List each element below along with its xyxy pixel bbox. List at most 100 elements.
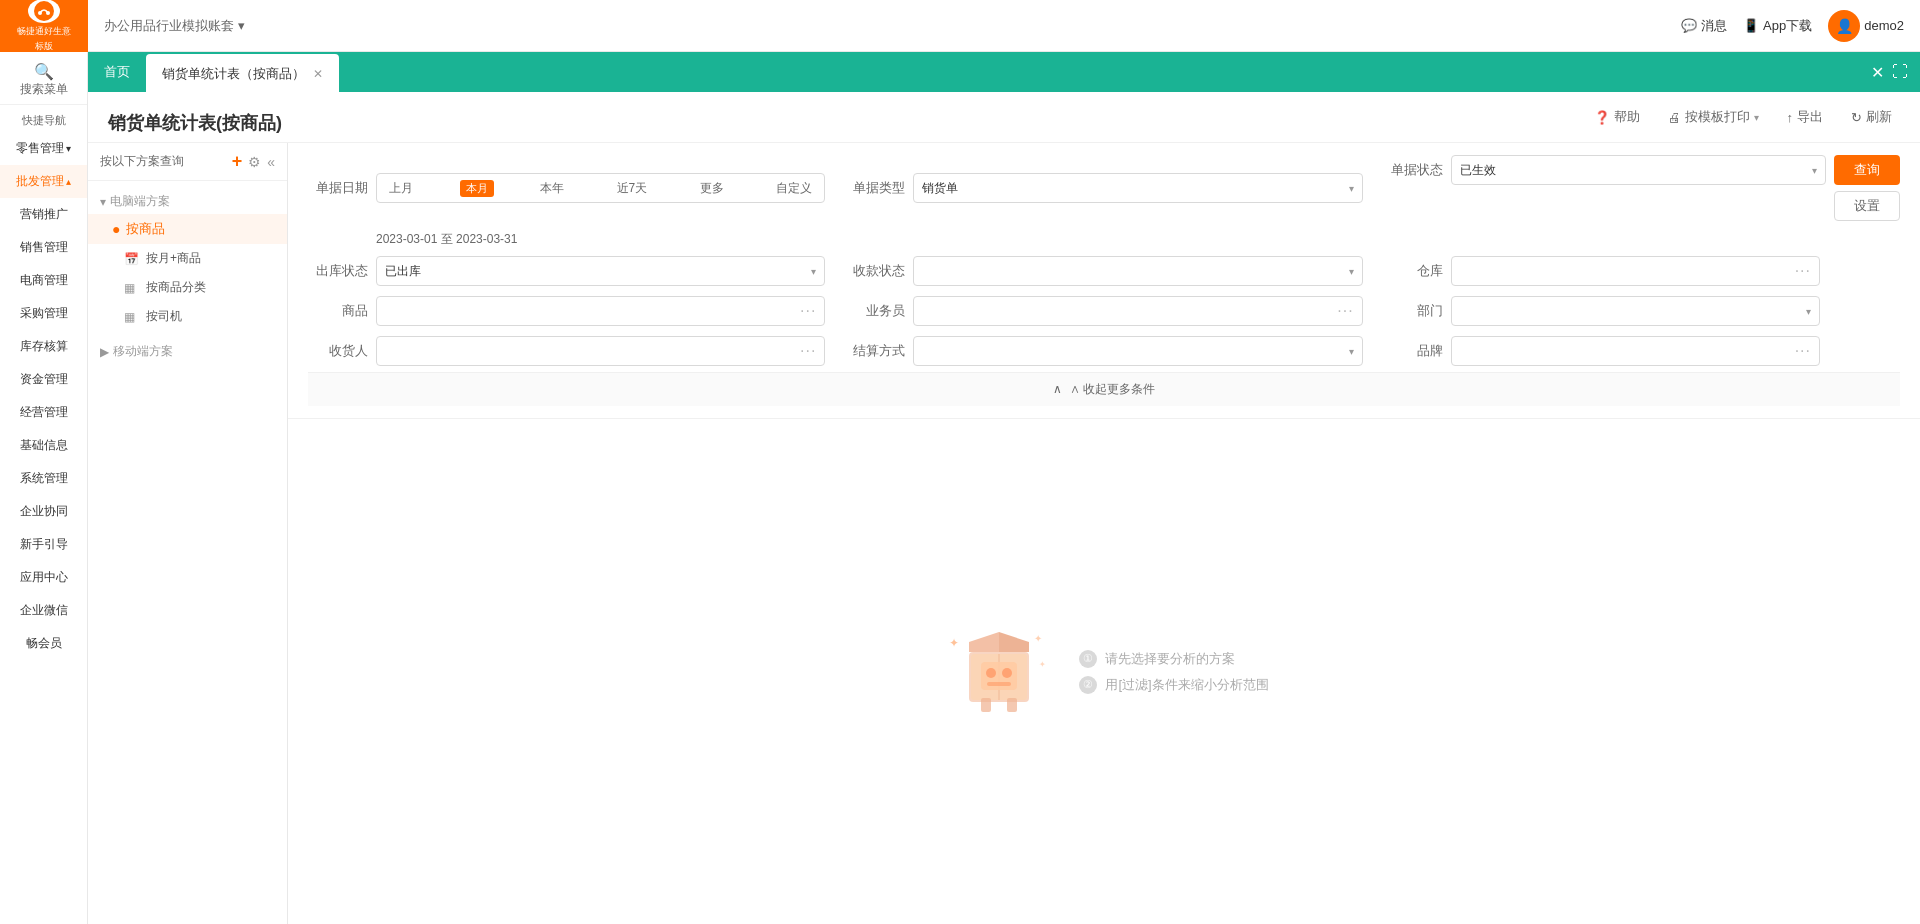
- tree-group-mobile: ▶ 移动端方案: [88, 339, 287, 364]
- sidebar-item-quick-nav[interactable]: 快捷导航: [0, 105, 87, 132]
- export-button[interactable]: ↑ 导出: [1779, 104, 1832, 130]
- page-header: 销货单统计表(按商品) ❓ 帮助 🖨 按模板打印 ▾ ↑ 导出 ↻ 刷新: [88, 92, 1920, 143]
- collapse-filter-bar[interactable]: ∧ ∧ 收起更多条件: [308, 372, 1900, 406]
- doc-type-value: 销货单: [922, 180, 958, 197]
- sidebar-item-ecom[interactable]: 电商管理: [0, 264, 87, 297]
- brand-dots-icon: ···: [1795, 342, 1811, 360]
- left-panel: 按以下方案查询 + ⚙ « ▾ 电脑端方案 ● 按商品: [88, 143, 288, 924]
- pay-status-control[interactable]: ▾: [913, 256, 1362, 286]
- salesperson-label: 业务员: [845, 302, 905, 320]
- help-button[interactable]: ❓ 帮助: [1586, 104, 1648, 130]
- department-control[interactable]: ▾: [1451, 296, 1820, 326]
- tab-bar-right: ✕ ⛶: [1871, 63, 1920, 82]
- svg-text:✦: ✦: [1039, 660, 1046, 669]
- message-button[interactable]: 💬 消息: [1681, 17, 1727, 35]
- action-buttons: 查询 设置: [1834, 155, 1900, 221]
- sidebar-item-inventory[interactable]: 库存核算: [0, 330, 87, 363]
- query-button[interactable]: 查询: [1834, 155, 1900, 185]
- settings-button[interactable]: 设置: [1834, 191, 1900, 221]
- date-range-text: 2023-03-01 至 2023-03-31: [376, 231, 517, 248]
- sidebar-item-corp[interactable]: 企业协同: [0, 495, 87, 528]
- help-icon: ❓: [1594, 110, 1610, 125]
- user-name: demo2: [1864, 18, 1904, 33]
- date-label: 单据日期: [308, 179, 368, 197]
- sidebar-item-finance[interactable]: 资金管理: [0, 363, 87, 396]
- tab-report[interactable]: 销货单统计表（按商品） ✕: [146, 54, 339, 94]
- user-profile[interactable]: 👤 demo2: [1828, 10, 1904, 42]
- category-icon: ▦: [124, 281, 140, 295]
- out-status-value: 已出库: [385, 263, 421, 280]
- brand-filter-field: 品牌 ···: [1383, 336, 1900, 366]
- expand-window-icon[interactable]: ⛶: [1892, 63, 1908, 81]
- sidebar-item-purchase[interactable]: 采购管理: [0, 297, 87, 330]
- sidebar-item-basic[interactable]: 基础信息: [0, 429, 87, 462]
- svg-rect-16: [1007, 698, 1017, 712]
- app-download-button[interactable]: 📱 App下载: [1743, 17, 1812, 35]
- date-tab-7days[interactable]: 近7天: [611, 178, 654, 199]
- svg-text:✦: ✦: [949, 636, 959, 650]
- brand-label: 品牌: [1383, 342, 1443, 360]
- tree-item-by-goods[interactable]: ● 按商品: [88, 214, 287, 244]
- warehouse-control[interactable]: ···: [1451, 256, 1820, 286]
- brand-control[interactable]: ···: [1451, 336, 1820, 366]
- print-arrow-icon: ▾: [1754, 112, 1759, 123]
- sidebar-item-wholesale[interactable]: 批发管理 ▴: [0, 165, 87, 198]
- tree-section: ▾ 电脑端方案 ● 按商品 📅 按月+商品 ▦ 按商品分类: [88, 181, 287, 372]
- warehouse-label: 仓库: [1383, 262, 1443, 280]
- salesperson-dots-icon: ···: [1337, 302, 1353, 320]
- tab-home[interactable]: 首页: [88, 52, 146, 92]
- active-scheme-icon: ●: [112, 221, 120, 237]
- svg-rect-11: [987, 682, 1011, 686]
- sidebar-item-newbie[interactable]: 新手引导: [0, 528, 87, 561]
- out-status-control[interactable]: 已出库 ▾: [376, 256, 825, 286]
- tree-expand-icon-mobile[interactable]: ▶: [100, 345, 109, 359]
- date-tab-custom[interactable]: 自定义: [770, 178, 818, 199]
- download-icon: 📱: [1743, 18, 1759, 33]
- tree-sub-item-by-cashier[interactable]: ▦ 按司机: [88, 302, 287, 331]
- svg-point-1: [38, 11, 42, 15]
- collapse-icon: ∧: [1053, 382, 1062, 396]
- sidebar: 畅捷通好生意 标版 🔍 搜索菜单 快捷导航 零售管理 ▾ 批发管理 ▴ 营销推广…: [0, 0, 88, 924]
- sidebar-item-ops[interactable]: 经营管理: [0, 396, 87, 429]
- date-tab-this-year[interactable]: 本年: [534, 178, 570, 199]
- sidebar-item-sales[interactable]: 销售管理: [0, 231, 87, 264]
- empty-illustration: ✦ ✦ ✦: [939, 602, 1059, 722]
- refresh-button[interactable]: ↻ 刷新: [1843, 104, 1900, 130]
- header-actions: 💬 消息 📱 App下载 👤 demo2: [1681, 10, 1904, 42]
- tree-sub-item-by-month-goods[interactable]: 📅 按月+商品: [88, 244, 287, 273]
- print-button[interactable]: 🖨 按模板打印 ▾: [1660, 104, 1767, 130]
- recipient-control[interactable]: ···: [376, 336, 825, 366]
- close-window-icon[interactable]: ✕: [1871, 63, 1884, 82]
- sidebar-item-marketing[interactable]: 营销推广: [0, 198, 87, 231]
- sidebar-item-retail[interactable]: 零售管理 ▾: [0, 132, 87, 165]
- sidebar-item-corpwx[interactable]: 企业微信: [0, 594, 87, 627]
- svg-point-2: [46, 11, 50, 15]
- settings-scheme-button[interactable]: ⚙: [248, 154, 261, 170]
- payment-control[interactable]: ▾: [913, 336, 1362, 366]
- goods-dots-icon: ···: [800, 302, 816, 320]
- date-tab-prev-month[interactable]: 上月: [383, 178, 419, 199]
- tree-expand-icon[interactable]: ▾: [100, 195, 106, 209]
- sidebar-item-system[interactable]: 系统管理: [0, 462, 87, 495]
- add-scheme-button[interactable]: +: [232, 151, 243, 172]
- sidebar-item-appcenter[interactable]: 应用中心: [0, 561, 87, 594]
- left-panel-title: 按以下方案查询: [100, 153, 184, 170]
- collapse-panel-button[interactable]: «: [267, 154, 275, 170]
- doc-type-control[interactable]: 销货单 ▾: [913, 173, 1362, 203]
- tab-close-icon[interactable]: ✕: [313, 67, 323, 81]
- date-tab-this-month[interactable]: 本月: [460, 180, 494, 197]
- date-control[interactable]: 上月 本月 本年 近7天 更多 自定义: [376, 173, 825, 203]
- app-logo[interactable]: 畅捷通好生意 标版: [0, 0, 88, 52]
- breadcrumb-arrow[interactable]: ▾: [238, 18, 245, 33]
- tree-sub-item-by-category[interactable]: ▦ 按商品分类: [88, 273, 287, 302]
- goods-control[interactable]: ···: [376, 296, 825, 326]
- date-tab-more[interactable]: 更多: [694, 178, 730, 199]
- search-menu[interactable]: 🔍 搜索菜单: [0, 52, 87, 105]
- sidebar-item-member[interactable]: 畅会员: [0, 627, 87, 660]
- doc-status-control[interactable]: 已生效 ▾: [1451, 155, 1826, 185]
- tip-num-1: ①: [1079, 650, 1097, 668]
- page-title: 销货单统计表(按商品): [108, 111, 282, 135]
- doc-type-filter-field: 单据类型 销货单 ▾: [845, 155, 1362, 221]
- salesperson-control[interactable]: ···: [913, 296, 1362, 326]
- app-name: 畅捷通好生意: [17, 25, 71, 38]
